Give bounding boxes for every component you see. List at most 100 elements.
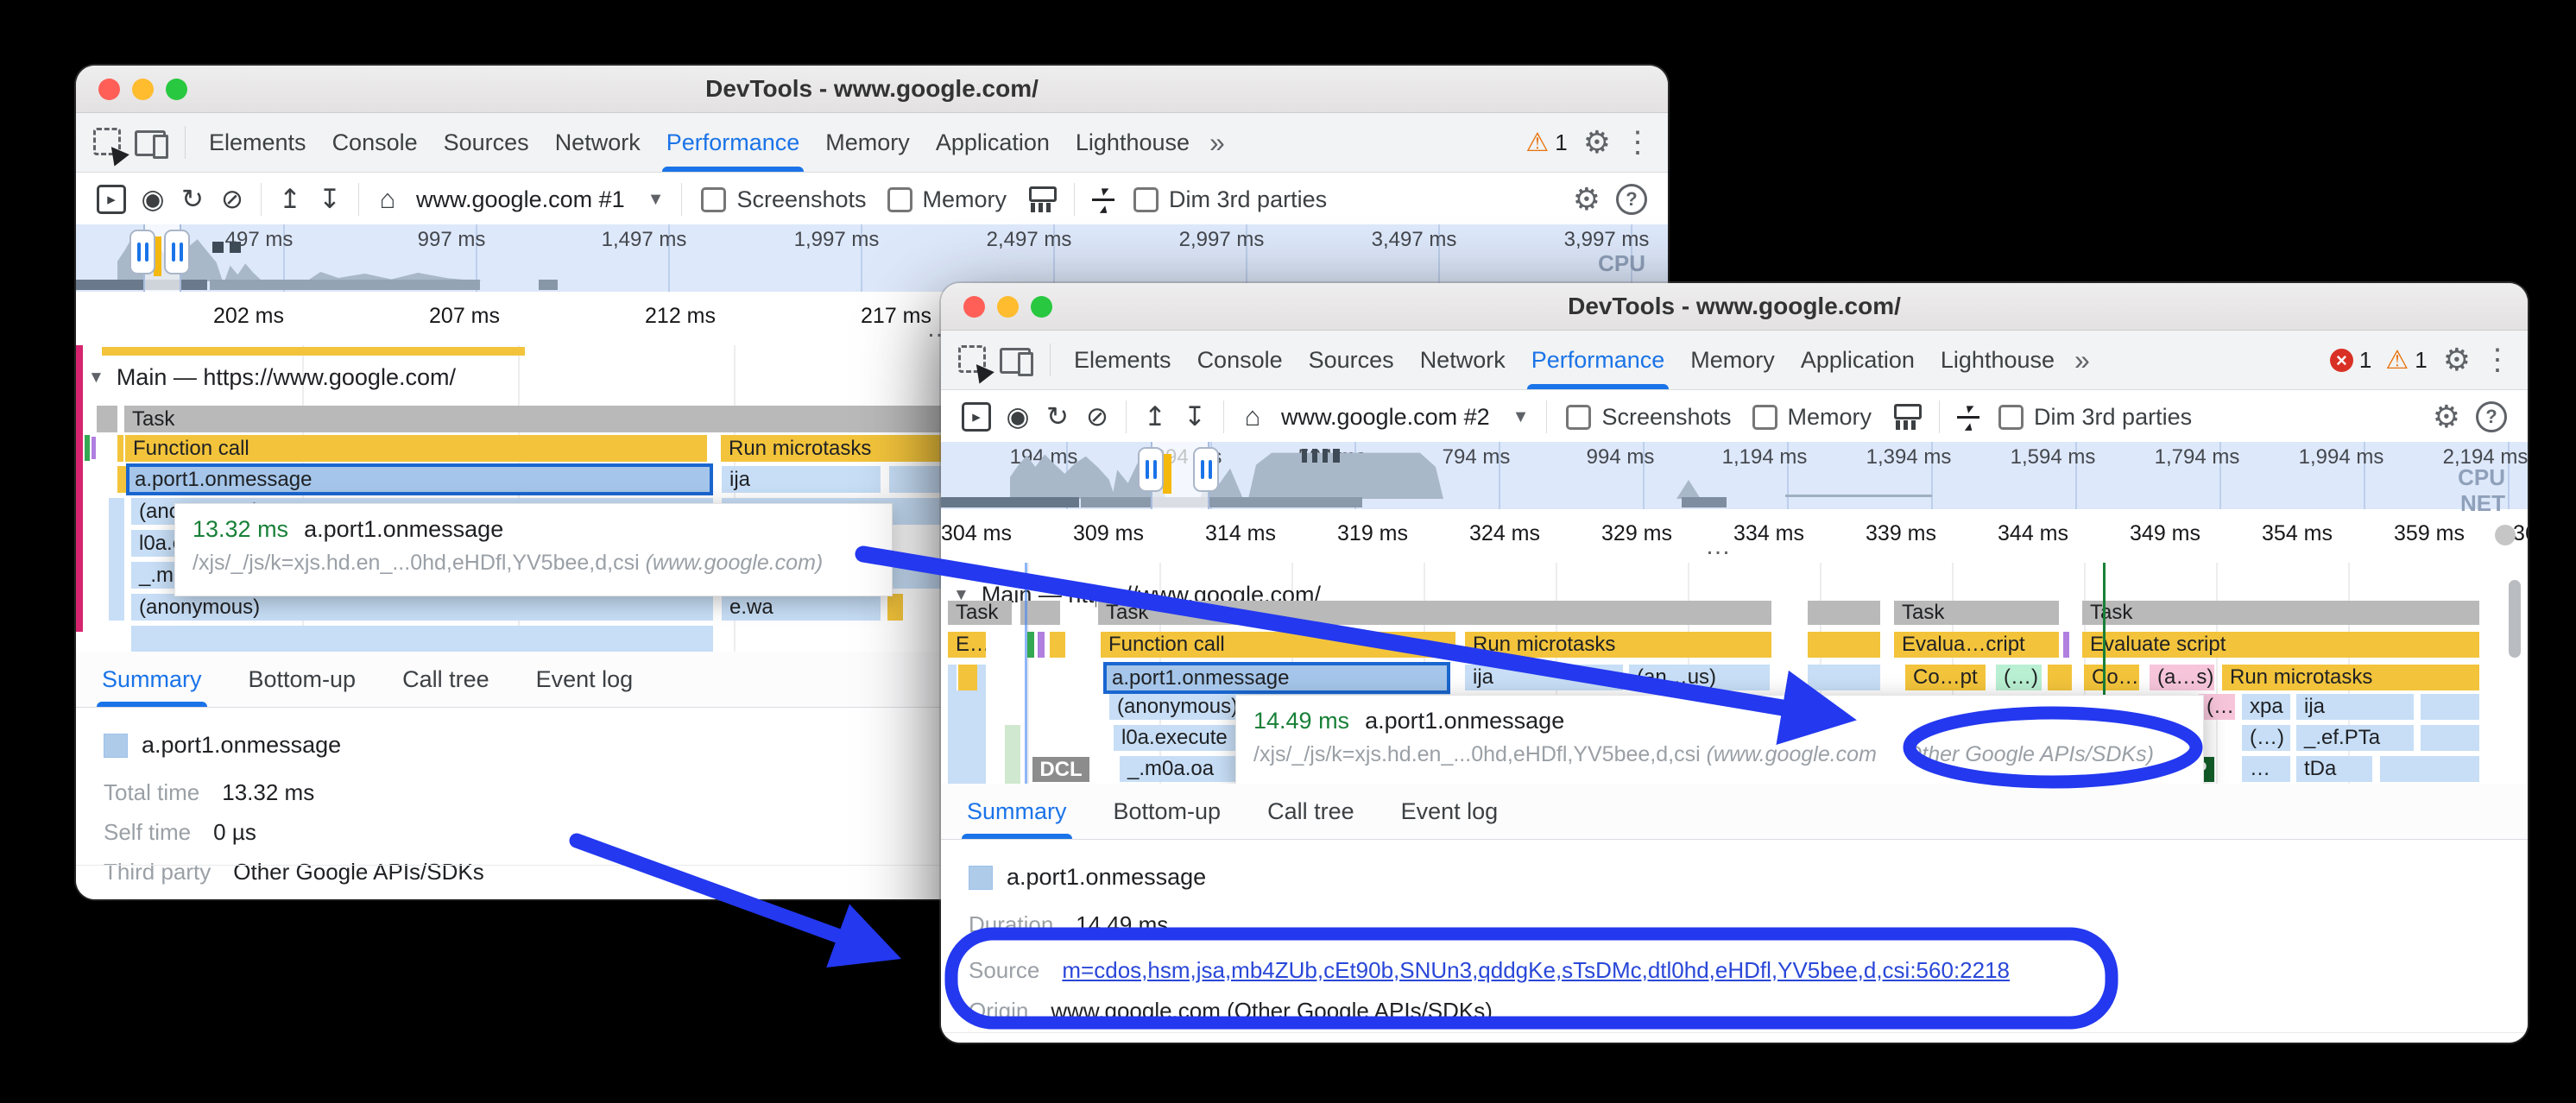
tab-sources[interactable]: Sources bbox=[431, 113, 542, 172]
dim-3rd-parties-checkbox[interactable]: Dim 3rd parties bbox=[1133, 186, 1327, 213]
flame-bar-ija[interactable]: ija bbox=[1463, 665, 1623, 690]
selection-handle-right[interactable] bbox=[1193, 447, 1219, 492]
flame-bar[interactable] bbox=[2419, 694, 2479, 720]
tab-call-tree[interactable]: Call tree bbox=[402, 652, 489, 707]
selection-handle-left[interactable] bbox=[1138, 447, 1164, 492]
flame-bar[interactable] bbox=[95, 406, 117, 432]
flame-bar-evaluate-script[interactable]: Evalua…cript bbox=[1892, 632, 2059, 658]
panel-toggle-icon[interactable]: ▸ bbox=[962, 402, 991, 432]
flame-bar[interactable] bbox=[886, 594, 903, 621]
tab-event-log[interactable]: Event log bbox=[1401, 784, 1499, 839]
minimize-button[interactable] bbox=[997, 296, 1019, 318]
close-button[interactable] bbox=[963, 296, 985, 318]
download-profile-icon[interactable]: ↧ bbox=[310, 184, 350, 215]
tab-performance[interactable]: Performance bbox=[653, 113, 813, 172]
tab-performance[interactable]: Performance bbox=[1518, 331, 1678, 389]
dim-3rd-parties-checkbox[interactable]: Dim 3rd parties bbox=[1998, 404, 2192, 431]
scrollbar-thumb[interactable] bbox=[2509, 580, 2521, 658]
flame-bar[interactable] bbox=[957, 665, 977, 690]
settings-gear-icon[interactable]: ⚙ bbox=[2443, 342, 2471, 378]
record-icon[interactable]: ◉ bbox=[133, 184, 173, 215]
menu-dots-icon[interactable]: ⋮ bbox=[1623, 125, 1652, 160]
flame-bar-run-microtasks[interactable]: Run microtasks bbox=[1463, 632, 1771, 658]
track-resizer[interactable]: … bbox=[1705, 532, 1731, 561]
flame-bar-task[interactable]: Task bbox=[123, 406, 1043, 432]
maximize-button[interactable] bbox=[166, 79, 187, 100]
flame-bar-anonymous[interactable]: (anonymous) bbox=[129, 594, 713, 621]
inspect-icon[interactable] bbox=[953, 340, 993, 380]
clear-icon[interactable]: ⊘ bbox=[212, 184, 252, 215]
flame-bar[interactable] bbox=[2046, 665, 2072, 690]
flame-bar[interactable] bbox=[1806, 632, 1880, 658]
flame-bar-evaluate-truncated[interactable]: E…t bbox=[946, 632, 986, 658]
tab-summary[interactable]: Summary bbox=[967, 784, 1067, 839]
settings-gear-icon[interactable]: ⚙ bbox=[1583, 124, 1611, 161]
flame-bar-dots[interactable]: … bbox=[2240, 756, 2290, 782]
screenshots-checkbox[interactable]: Screenshots bbox=[701, 186, 866, 213]
flame-bar-task[interactable]: Task bbox=[1096, 601, 1771, 625]
reload-record-icon[interactable]: ↻ bbox=[1038, 401, 1077, 432]
flame-bar[interactable] bbox=[2419, 725, 2479, 751]
tab-bottom-up[interactable]: Bottom-up bbox=[249, 652, 357, 707]
flame-bar-ef-pta[interactable]: _.ef.PTa bbox=[2295, 725, 2414, 751]
selection-handle-left[interactable] bbox=[129, 230, 155, 274]
screenshots-checkbox[interactable]: Screenshots bbox=[1566, 404, 1731, 431]
capture-settings-gear-icon[interactable]: ⚙ bbox=[1573, 181, 1601, 217]
help-icon[interactable]: ? bbox=[1616, 184, 1647, 215]
garbage-collect-icon[interactable] bbox=[1887, 398, 1925, 436]
home-icon[interactable]: ⌂ bbox=[368, 184, 407, 215]
capture-settings-gear-icon[interactable]: ⚙ bbox=[2433, 399, 2460, 435]
inspect-icon[interactable] bbox=[88, 123, 128, 162]
timeline-overview[interactable]: 194 ms 394 ms 594 ms 794 ms 994 ms 1,194… bbox=[941, 442, 2528, 509]
download-profile-icon[interactable]: ↧ bbox=[1175, 401, 1215, 432]
flame-bar-compile[interactable]: Co…t bbox=[2082, 665, 2139, 690]
tab-sources[interactable]: Sources bbox=[1296, 331, 1407, 389]
flame-bar[interactable] bbox=[129, 626, 713, 652]
tab-event-log[interactable]: Event log bbox=[536, 652, 634, 707]
tab-summary[interactable]: Summary bbox=[102, 652, 202, 707]
memory-checkbox[interactable]: Memory bbox=[1752, 404, 1872, 431]
tab-application[interactable]: Application bbox=[1788, 331, 1928, 389]
maximize-button[interactable] bbox=[1031, 296, 1052, 318]
main-track-header[interactable]: ▼ Main — https://www.google.com/ bbox=[88, 364, 456, 391]
home-icon[interactable]: ⌂ bbox=[1233, 401, 1272, 432]
flame-bar[interactable] bbox=[2378, 756, 2479, 782]
flame-bar-evaluate-script[interactable]: Evaluate script bbox=[2080, 632, 2479, 658]
flame-bar-selected[interactable]: a.port1.onmessage bbox=[126, 463, 713, 495]
more-tabs-icon[interactable]: » bbox=[2068, 344, 2097, 376]
upload-profile-icon[interactable]: ↥ bbox=[270, 184, 310, 215]
help-icon[interactable]: ? bbox=[2476, 401, 2507, 432]
flame-bar[interactable] bbox=[1806, 665, 1880, 690]
dcl-badge[interactable]: DCL bbox=[1032, 757, 1089, 782]
flame-bar-selected[interactable]: a.port1.onmessage bbox=[1103, 662, 1450, 694]
profile-select[interactable]: www.google.com #1 ▼ bbox=[416, 186, 664, 213]
upload-profile-icon[interactable]: ↥ bbox=[1135, 401, 1175, 432]
tab-elements[interactable]: Elements bbox=[196, 113, 319, 172]
collapse-tracks-icon[interactable]: ▾ ▴ bbox=[1092, 186, 1114, 214]
flame-bar-run-microtasks[interactable]: Run microtasks bbox=[2220, 665, 2479, 690]
flame-bar-anonymous-truncated[interactable]: (an…us) bbox=[1627, 665, 1770, 690]
flame-bar-ija[interactable]: ija bbox=[720, 466, 881, 493]
flame-bar-function-call[interactable]: Function call bbox=[1099, 632, 1455, 658]
clear-icon[interactable]: ⊘ bbox=[1077, 401, 1117, 432]
record-icon[interactable]: ◉ bbox=[998, 401, 1038, 432]
garbage-collect-icon[interactable] bbox=[1022, 180, 1060, 218]
reload-record-icon[interactable]: ↻ bbox=[173, 184, 212, 215]
device-toolbar-icon[interactable] bbox=[131, 123, 171, 162]
tab-memory[interactable]: Memory bbox=[812, 113, 923, 172]
device-toolbar-icon[interactable] bbox=[996, 340, 1036, 380]
profile-select[interactable]: www.google.com #2 ▼ bbox=[1281, 404, 1529, 431]
flame-bar-ewa[interactable]: e.wa bbox=[720, 594, 881, 621]
flame-bar-tda[interactable]: tDa bbox=[2295, 756, 2372, 782]
selection-handle-right[interactable] bbox=[164, 230, 190, 274]
main-flame-chart[interactable]: ▼ Main — https://www.google.com/ Task Ta… bbox=[941, 563, 2528, 784]
flame-bar-compile[interactable]: Co…pt bbox=[1904, 665, 1986, 690]
tab-lighthouse[interactable]: Lighthouse bbox=[1063, 113, 1203, 172]
tab-elements[interactable]: Elements bbox=[1061, 331, 1184, 389]
flame-bar-parens[interactable]: (…) bbox=[1994, 665, 2042, 690]
memory-checkbox[interactable]: Memory bbox=[887, 186, 1007, 213]
tab-network[interactable]: Network bbox=[1407, 331, 1518, 389]
tab-console[interactable]: Console bbox=[319, 113, 431, 172]
tab-network[interactable]: Network bbox=[542, 113, 653, 172]
flame-bar-task[interactable]: Task bbox=[2080, 601, 2479, 625]
